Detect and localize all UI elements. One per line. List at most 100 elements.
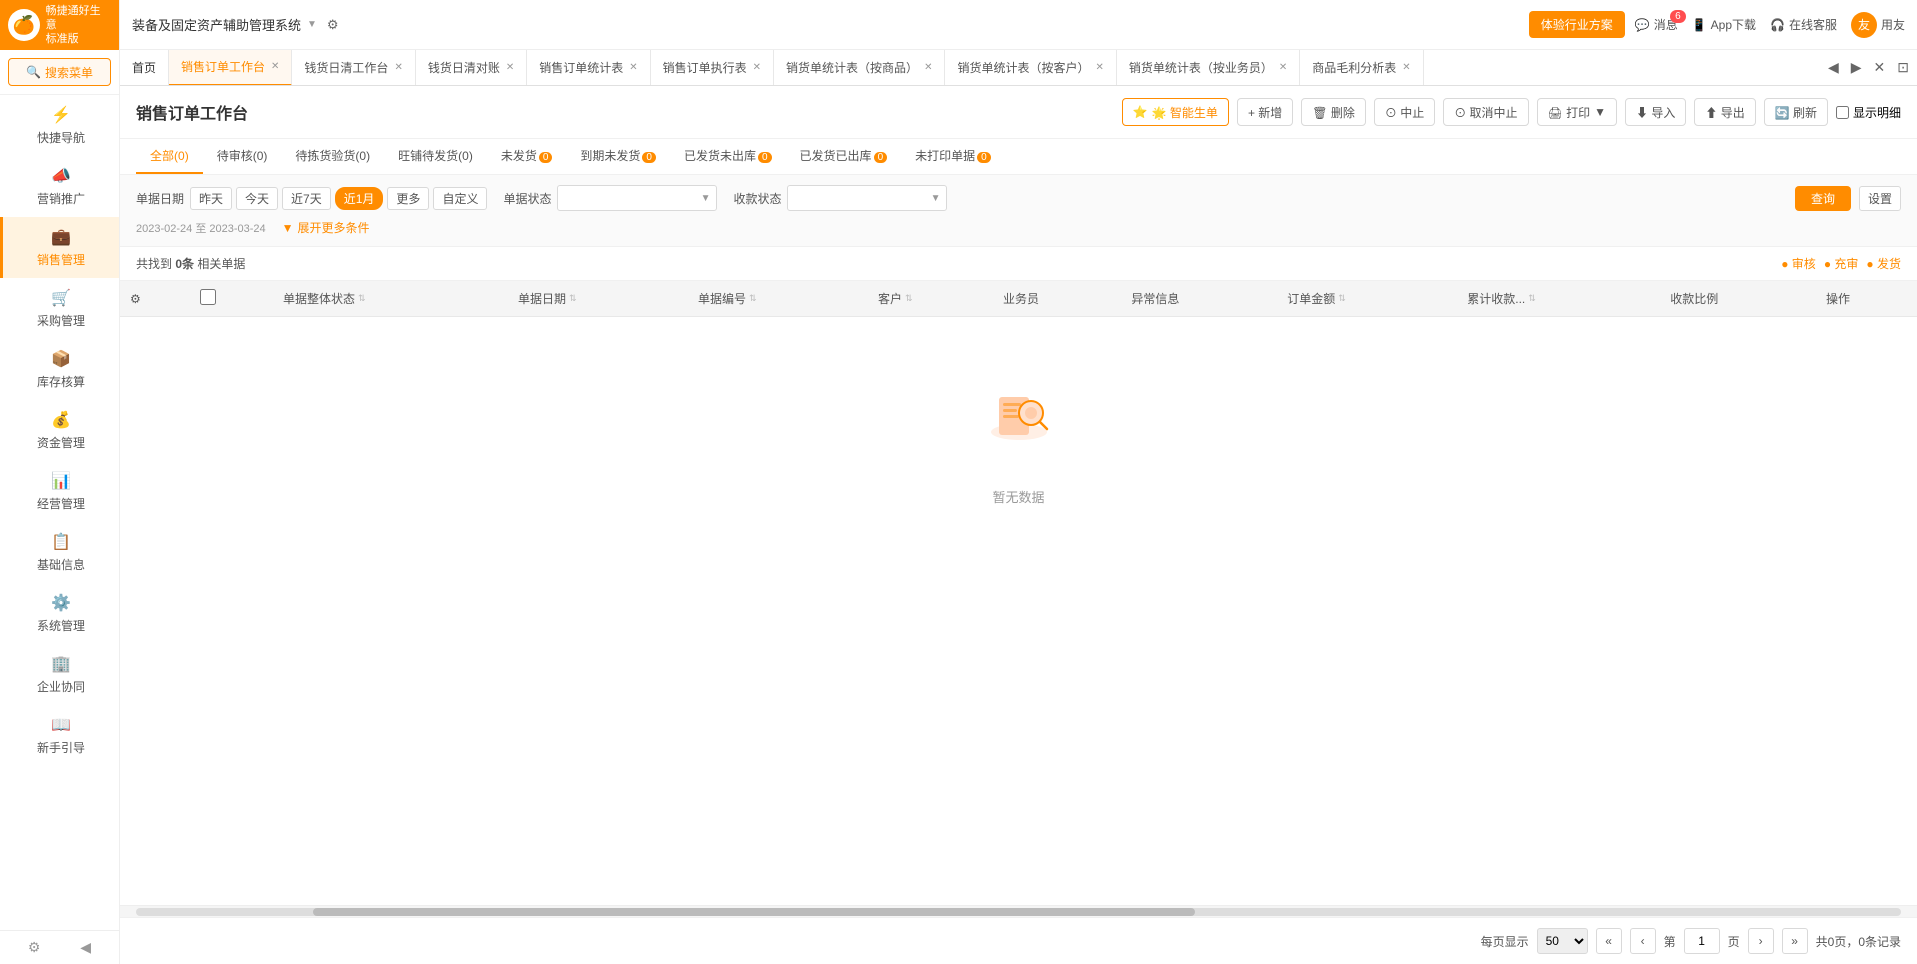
filter-date-range: 2023-02-24 至 2023-03-24 — [136, 220, 266, 236]
tabbar-next-button[interactable]: ▶ — [1847, 57, 1866, 78]
sidebar-item-guide[interactable]: 📖 新手引导 — [0, 705, 119, 766]
batch-ship-button[interactable]: ● 发货 — [1866, 255, 1901, 272]
payment-filter-select[interactable]: ▼ — [787, 185, 947, 211]
tab-sales-order-exec[interactable]: 销售订单执行表 ✕ — [651, 50, 774, 86]
tab-cash-daily[interactable]: 钱货日清工作台 ✕ — [292, 50, 415, 86]
sub-tab-not-shipped[interactable]: 未发货0 — [487, 139, 567, 174]
search-menu-button[interactable]: 🔍 搜索菜单 — [8, 58, 111, 86]
select-all-checkbox[interactable] — [200, 289, 216, 305]
sidebar-item-finance[interactable]: 💰 资金管理 — [0, 400, 119, 461]
tabbar-close-all-button[interactable]: ✕ — [1870, 57, 1890, 78]
batch-revoke-button[interactable]: ● 充审 — [1824, 255, 1859, 272]
date-btn-today[interactable]: 今天 — [236, 187, 278, 210]
expand-filter-button[interactable]: ▼ 展开更多条件 — [282, 219, 370, 236]
cancel-stop-button[interactable]: ⊙ 取消中止 — [1443, 98, 1528, 126]
th-status-sort[interactable]: 单据整体状态 ⇅ — [283, 290, 498, 307]
tab-close-cash-reconcile[interactable]: ✕ — [506, 62, 514, 73]
filter-settings-button[interactable]: 设置 — [1859, 186, 1901, 211]
sidebar-item-enterprise[interactable]: 🏢 企业协同 — [0, 644, 119, 705]
scrollbar-thumb[interactable] — [313, 908, 1196, 916]
first-page-button[interactable]: « — [1596, 928, 1622, 954]
smart-order-button[interactable]: ⭐ 🌟 智能生单 — [1122, 98, 1229, 126]
tab-sales-stats-staff[interactable]: 销货单统计表（按业务员） ✕ — [1117, 50, 1300, 86]
sub-tab-pending-check[interactable]: 待拣货验货(0) — [281, 139, 384, 174]
per-page-select[interactable]: 50 10 20 100 — [1537, 928, 1588, 954]
industry-solution-button[interactable]: 体验行业方案 — [1529, 11, 1625, 38]
sub-tab-expired-not-shipped[interactable]: 到期未发货0 — [566, 139, 670, 174]
sub-tab-shipped-out[interactable]: 已发货已出库0 — [786, 139, 902, 174]
show-details-checkbox[interactable] — [1836, 106, 1849, 119]
sidebar-item-inventory[interactable]: 📦 库存核算 — [0, 339, 119, 400]
sub-tab-all[interactable]: 全部(0) — [136, 139, 203, 174]
th-date-sort[interactable]: 单据日期 ⇅ — [518, 290, 678, 307]
tab-product-margin[interactable]: 商品毛利分析表 ✕ — [1300, 50, 1423, 86]
topbar-settings-icon[interactable]: ⚙ — [327, 17, 339, 33]
app-download-button[interactable]: 📱 App下载 — [1692, 16, 1756, 33]
print-button[interactable]: 🖨 打印 ▼ — [1537, 98, 1617, 126]
tab-close-cash-daily[interactable]: ✕ — [394, 62, 402, 73]
tab-sales-order-stats[interactable]: 销售订单统计表 ✕ — [527, 50, 650, 86]
tabbar-prev-button[interactable]: ◀ — [1824, 57, 1843, 78]
sub-tab-shipped-not-out[interactable]: 已发货未出库0 — [670, 139, 786, 174]
sidebar-item-sales[interactable]: 💼 销售管理 — [0, 217, 119, 278]
th-collected-sort[interactable]: 累计收款... ⇅ — [1467, 290, 1650, 307]
message-button[interactable]: 💬 6 消息 — [1635, 16, 1678, 33]
date-btn-more[interactable]: 更多 — [387, 187, 429, 210]
message-icon: 💬 — [1635, 18, 1650, 32]
th-number-sort[interactable]: 单据编号 ⇅ — [698, 290, 858, 307]
sidebar-item-operations[interactable]: 📊 经营管理 — [0, 461, 119, 522]
tab-home[interactable]: 首页 — [120, 50, 169, 86]
delete-button[interactable]: 🗑 删除 — [1301, 98, 1366, 126]
batch-review-button[interactable]: ● 审核 — [1781, 255, 1816, 272]
sidebar-item-marketing[interactable]: 📣 营销推广 — [0, 156, 119, 217]
tab-sales-stats-product[interactable]: 销货单统计表（按商品） ✕ — [774, 50, 945, 86]
tab-sales-order-workbench[interactable]: 销售订单工作台 ✕ — [169, 50, 292, 86]
user-menu-button[interactable]: 友 用友 — [1851, 12, 1905, 38]
sidebar-item-quick-nav[interactable]: ⚡ 快捷导航 — [0, 95, 119, 156]
tab-sales-stats-customer[interactable]: 销货单统计表（按客户） ✕ — [945, 50, 1116, 86]
sub-tab-pending-review[interactable]: 待审核(0) — [203, 139, 282, 174]
chevron-down-icon: ▼ — [282, 221, 294, 235]
date-btn-1month[interactable]: 近1月 — [335, 187, 384, 210]
sub-tab-not-printed[interactable]: 未打印单据0 — [901, 139, 1005, 174]
tab-close-sales-stats-staff[interactable]: ✕ — [1279, 62, 1287, 73]
page-input[interactable] — [1684, 928, 1720, 954]
export-button[interactable]: ⬆ 导出 — [1694, 98, 1755, 126]
next-page-button[interactable]: › — [1748, 928, 1774, 954]
query-button[interactable]: 查询 — [1795, 186, 1851, 211]
tab-cash-reconcile[interactable]: 钱货日清对账 ✕ — [416, 50, 527, 86]
horizontal-scrollbar-area[interactable] — [120, 905, 1917, 917]
column-settings-icon[interactable]: ⚙ — [130, 292, 141, 306]
tab-close-sales-stats-customer[interactable]: ✕ — [1095, 62, 1103, 73]
th-amount-sort[interactable]: 订单金额 ⇅ — [1287, 290, 1447, 307]
date-btn-custom[interactable]: 自定义 — [433, 187, 487, 210]
prev-page-button[interactable]: ‹ — [1630, 928, 1656, 954]
tab-close-sales-stats-product[interactable]: ✕ — [924, 62, 932, 73]
tabbar-expand-button[interactable]: ⊡ — [1893, 57, 1913, 78]
per-page-label: 每页显示 — [1481, 933, 1529, 950]
sidebar-item-base-info[interactable]: 📋 基础信息 — [0, 522, 119, 583]
megaphone-icon: 📣 — [51, 166, 71, 186]
status-filter-select[interactable]: ▼ — [557, 185, 717, 211]
sidebar-item-system[interactable]: ⚙️ 系统管理 — [0, 583, 119, 644]
last-page-button[interactable]: » — [1782, 928, 1808, 954]
stop-button[interactable]: ⊙ 中止 — [1374, 98, 1435, 126]
add-button[interactable]: + 新增 — [1237, 98, 1293, 126]
sub-tab-wangpu-pending[interactable]: 旺铺待发货(0) — [384, 139, 487, 174]
sidebar-item-purchase[interactable]: 🛒 采购管理 — [0, 278, 119, 339]
topbar: 装备及固定资产辅助管理系统 ▼ ⚙ 体验行业方案 💬 6 消息 📱 App下载 … — [120, 0, 1917, 50]
settings-footer-button[interactable]: ⚙ — [28, 939, 41, 956]
date-btn-yesterday[interactable]: 昨天 — [190, 187, 232, 210]
collapse-sidebar-button[interactable]: ◀ — [80, 939, 91, 956]
tab-close-sales-order-exec[interactable]: ✕ — [753, 62, 761, 73]
date-btn-7days[interactable]: 近7天 — [282, 187, 331, 210]
tab-close-sales-order-stats[interactable]: ✕ — [629, 62, 637, 73]
tab-close-product-margin[interactable]: ✕ — [1402, 62, 1410, 73]
tab-close-sales-order-workbench[interactable]: ✕ — [271, 61, 279, 72]
show-details-label[interactable]: 显示明细 — [1836, 104, 1901, 121]
th-customer-sort[interactable]: 客户 ⇅ — [878, 290, 983, 307]
import-button[interactable]: ⬇ 导入 — [1625, 98, 1686, 126]
topbar-dropdown-arrow[interactable]: ▼ — [307, 19, 317, 30]
online-service-button[interactable]: 🎧 在线客服 — [1770, 16, 1837, 33]
refresh-button[interactable]: 🔄 刷新 — [1764, 98, 1828, 126]
